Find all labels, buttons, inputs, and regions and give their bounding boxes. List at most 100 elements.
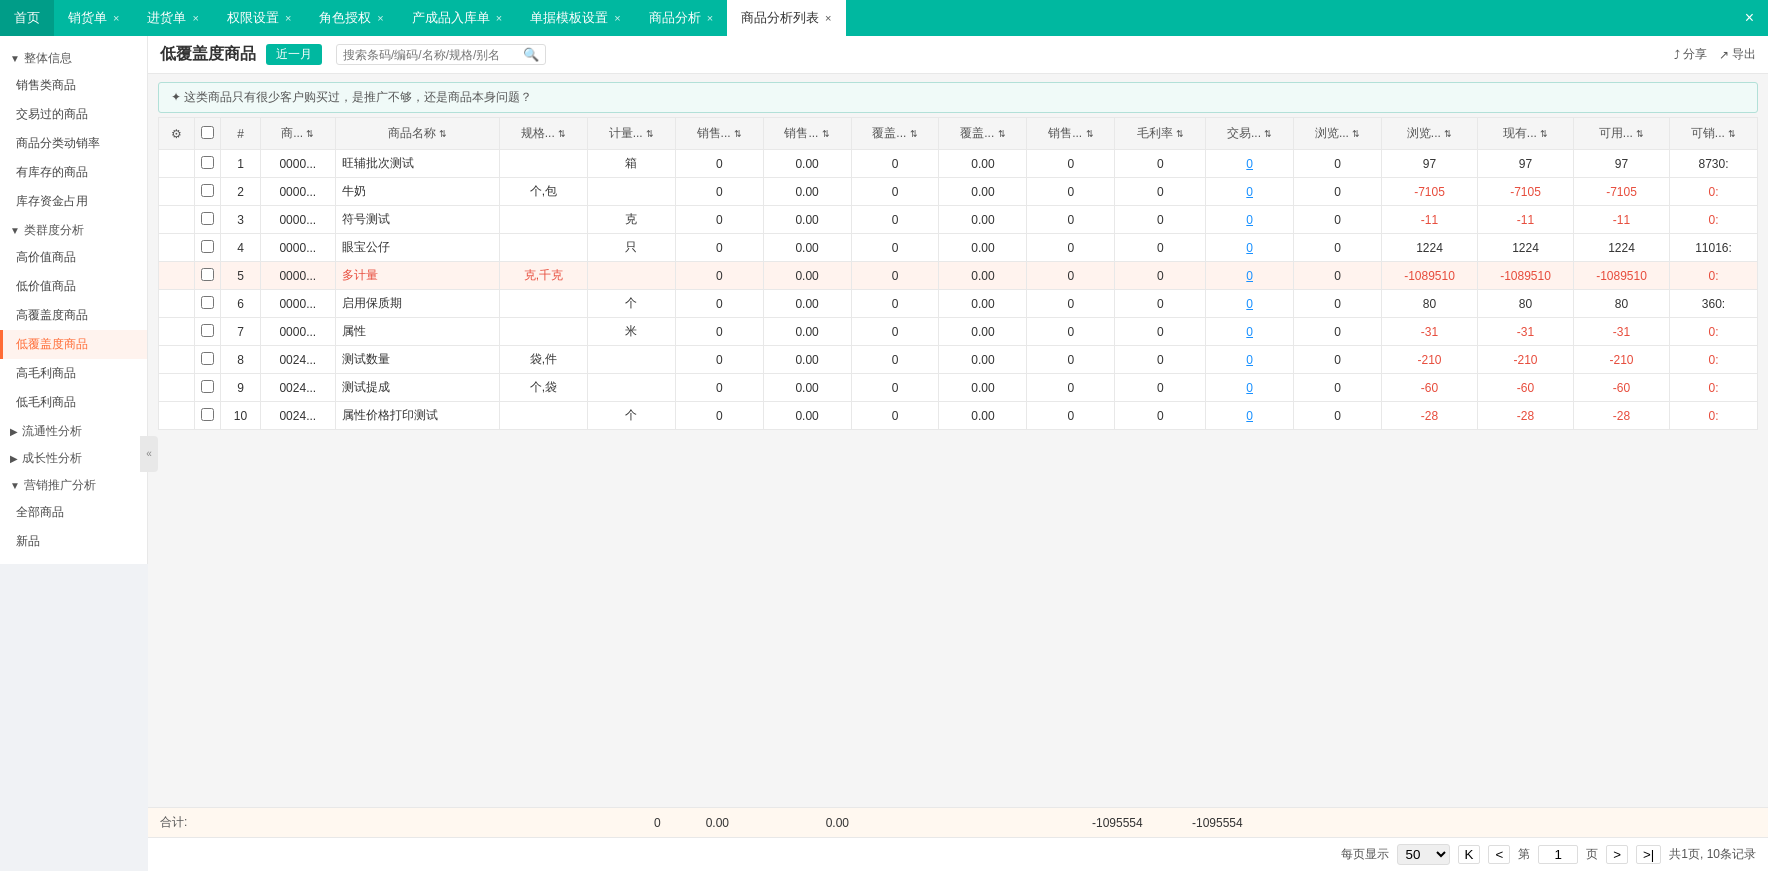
nav-permission-settings[interactable]: 权限设置 × [213,0,305,36]
row-available-stock: -1089510 [1574,262,1670,290]
sidebar-section-coverage[interactable]: ▼ 类群度分析 [0,216,147,243]
current-page-input[interactable] [1538,845,1578,864]
sidebar-item-high-value[interactable]: 高价值商品 [0,243,147,272]
search-input[interactable] [343,48,523,62]
sidebar-item-low-coverage[interactable]: 低覆盖度商品 [0,330,147,359]
nav-product-analysis-list[interactable]: 商品分析列表 × [727,0,845,36]
row-checkbox[interactable] [195,150,221,178]
row-sellable: 0: [1670,262,1758,290]
nav-home[interactable]: 首页 [0,0,54,36]
close-icon[interactable]: × [614,12,620,24]
nav-sales-order[interactable]: 销货单 × [54,0,133,36]
sidebar-item-traded-goods[interactable]: 交易过的商品 [0,100,147,129]
col-sales-qty[interactable]: 销售... ⇅ [675,118,763,150]
sidebar-item-stocked-goods[interactable]: 有库存的商品 [0,158,147,187]
row-transaction[interactable]: 0 [1206,262,1294,290]
sidebar-item-sales-goods[interactable]: 销售类商品 [0,71,147,100]
col-current-stock[interactable]: 现有... ⇅ [1478,118,1574,150]
row-checkbox[interactable] [195,346,221,374]
nav-role-auth[interactable]: 角色授权 × [305,0,397,36]
sidebar-item-new-goods[interactable]: 新品 [0,527,147,556]
sidebar-item-stock-capital[interactable]: 库存资金占用 [0,187,147,216]
close-icon[interactable]: × [113,12,119,24]
row-checkbox[interactable] [195,318,221,346]
close-icon[interactable]: × [192,12,198,24]
sidebar-section-marketing[interactable]: ▼ 营销推广分析 [0,471,147,498]
row-transaction[interactable]: 0 [1206,402,1294,430]
col-code[interactable]: 商... ⇅ [260,118,335,150]
row-name[interactable]: 启用保质期 [335,290,499,318]
col-settings[interactable]: ⚙ [159,118,195,150]
window-close-button[interactable]: × [1731,9,1768,27]
row-name[interactable]: 测试数量 [335,346,499,374]
col-coverage1[interactable]: 覆盖... ⇅ [851,118,939,150]
select-all-checkbox[interactable] [201,126,214,139]
close-icon[interactable]: × [377,12,383,24]
period-button[interactable]: 近一月 [266,44,322,65]
row-checkbox[interactable] [195,262,221,290]
close-icon[interactable]: × [285,12,291,24]
row-checkbox[interactable] [195,178,221,206]
sidebar-item-high-coverage[interactable]: 高覆盖度商品 [0,301,147,330]
row-checkbox[interactable] [195,374,221,402]
close-icon[interactable]: × [496,12,502,24]
last-page-button[interactable]: >| [1636,845,1661,864]
row-transaction[interactable]: 0 [1206,346,1294,374]
prev-page-button[interactable]: < [1488,845,1510,864]
sidebar-section-growth[interactable]: ▶ 成长性分析 [0,444,147,471]
col-browse2[interactable]: 浏览... ⇅ [1382,118,1478,150]
row-transaction[interactable]: 0 [1206,374,1294,402]
row-current-stock: -31 [1478,318,1574,346]
row-name[interactable]: 测试提成 [335,374,499,402]
next-page-button[interactable]: > [1606,845,1628,864]
nav-product-analysis[interactable]: 商品分析 × [635,0,727,36]
nav-bill-template[interactable]: 单据模板设置 × [516,0,634,36]
sidebar-item-high-margin[interactable]: 高毛利商品 [0,359,147,388]
col-browse1[interactable]: 浏览... ⇅ [1294,118,1382,150]
col-available-stock[interactable]: 可用... ⇅ [1574,118,1670,150]
page-size-select[interactable]: 50 20 100 [1397,844,1450,865]
row-name[interactable]: 多计量 [335,262,499,290]
row-name[interactable]: 牛奶 [335,178,499,206]
row-transaction[interactable]: 0 [1206,150,1294,178]
row-browse1: 0 [1294,374,1382,402]
sidebar-item-low-margin[interactable]: 低毛利商品 [0,388,147,417]
row-name[interactable]: 符号测试 [335,206,499,234]
close-icon[interactable]: × [707,12,713,24]
row-name[interactable]: 属性 [335,318,499,346]
row-checkbox[interactable] [195,234,221,262]
share-button[interactable]: ⤴ 分享 [1674,46,1707,63]
sidebar-section-overall[interactable]: ▼ 整体信息 [0,44,147,71]
col-sales3[interactable]: 销售... ⇅ [1027,118,1115,150]
row-transaction[interactable]: 0 [1206,290,1294,318]
row-checkbox[interactable] [195,402,221,430]
export-button[interactable]: ↗ 导出 [1719,46,1756,63]
row-transaction[interactable]: 0 [1206,206,1294,234]
col-sales-amt[interactable]: 销售... ⇅ [763,118,851,150]
row-transaction[interactable]: 0 [1206,318,1294,346]
row-name[interactable]: 旺辅批次测试 [335,150,499,178]
row-available-stock: -60 [1574,374,1670,402]
nav-product-inbound[interactable]: 产成品入库单 × [398,0,516,36]
first-page-button[interactable]: K [1458,845,1481,864]
row-checkbox[interactable] [195,206,221,234]
sidebar-item-all-goods[interactable]: 全部商品 [0,498,147,527]
row-checkbox[interactable] [195,290,221,318]
col-spec[interactable]: 规格... ⇅ [499,118,587,150]
sidebar-section-flow[interactable]: ▶ 流通性分析 [0,417,147,444]
col-unit[interactable]: 计量... ⇅ [587,118,675,150]
sidebar-toggle-button[interactable]: « [140,436,158,472]
col-name[interactable]: 商品名称 ⇅ [335,118,499,150]
row-transaction[interactable]: 0 [1206,178,1294,206]
row-name[interactable]: 属性价格打印测试 [335,402,499,430]
row-name[interactable]: 眼宝公仔 [335,234,499,262]
sidebar-item-low-value[interactable]: 低价值商品 [0,272,147,301]
nav-purchase-order[interactable]: 进货单 × [133,0,212,36]
col-gross-margin[interactable]: 毛利率 ⇅ [1115,118,1206,150]
col-transaction[interactable]: 交易... ⇅ [1206,118,1294,150]
col-sellable[interactable]: 可销... ⇅ [1670,118,1758,150]
close-icon[interactable]: × [825,12,831,24]
col-coverage2[interactable]: 覆盖... ⇅ [939,118,1027,150]
row-transaction[interactable]: 0 [1206,234,1294,262]
sidebar-item-category-rate[interactable]: 商品分类动销率 [0,129,147,158]
